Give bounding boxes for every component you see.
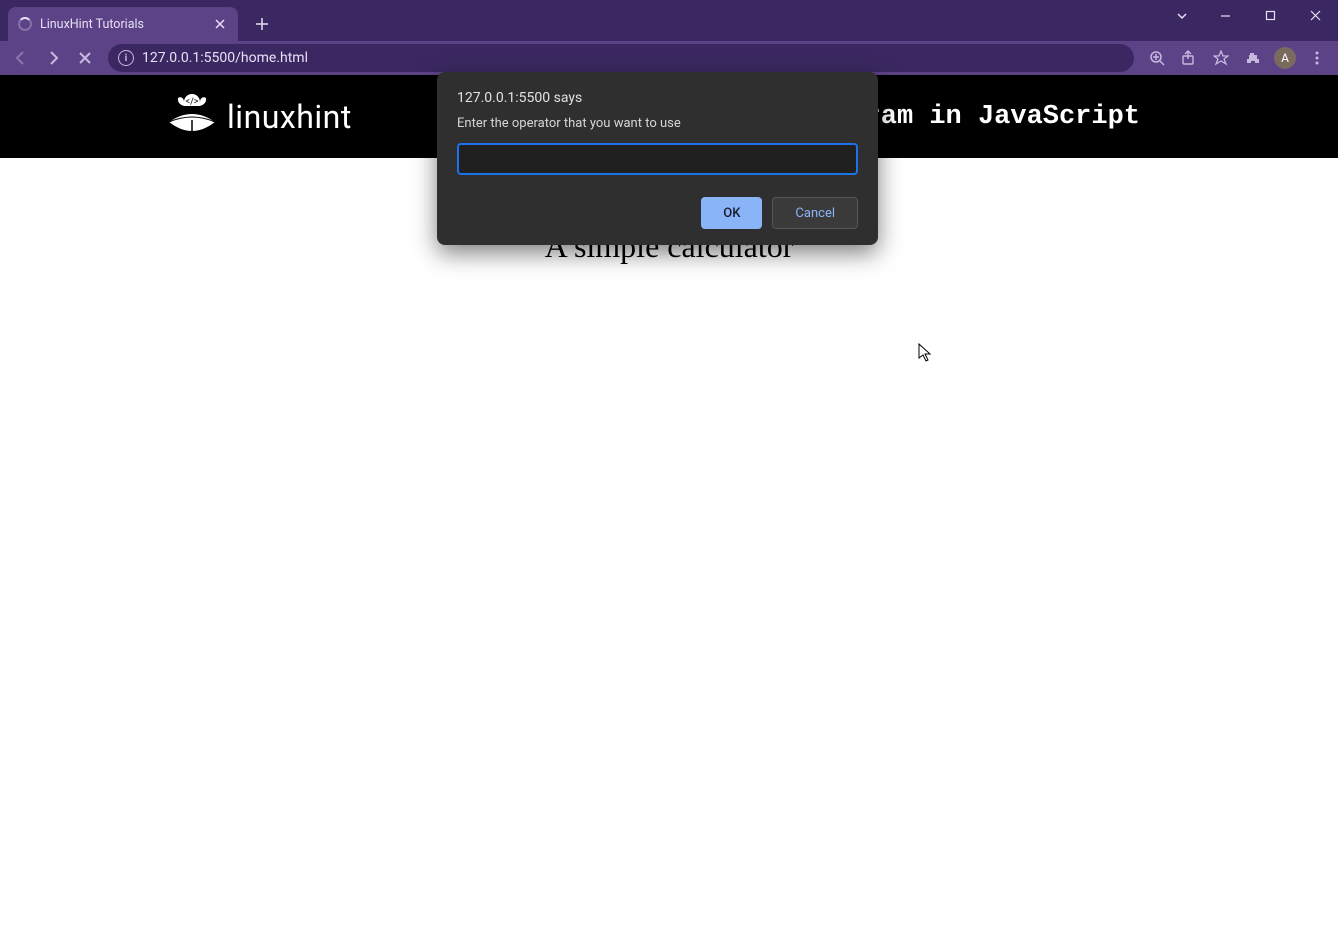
js-prompt-dialog: 127.0.0.1:5500 says Enter the operator t… bbox=[437, 72, 878, 245]
tab-search-button[interactable] bbox=[1166, 4, 1198, 28]
dialog-button-row: OK Cancel bbox=[457, 197, 858, 229]
address-bar[interactable]: i 127.0.0.1:5500/home.html bbox=[108, 44, 1134, 72]
url-text: 127.0.0.1:5500/home.html bbox=[142, 50, 308, 66]
new-tab-button[interactable] bbox=[248, 10, 276, 38]
site-logo[interactable]: </> linuxhint bbox=[165, 92, 352, 142]
browser-toolbar: i 127.0.0.1:5500/home.html A bbox=[0, 41, 1338, 75]
svg-text:</>: </> bbox=[186, 97, 199, 107]
page-header-title: gram in JavaScript bbox=[848, 102, 1140, 132]
dialog-message: Enter the operator that you want to use bbox=[457, 116, 858, 131]
back-button[interactable] bbox=[6, 43, 36, 73]
dialog-input[interactable] bbox=[457, 143, 858, 175]
menu-icon[interactable] bbox=[1302, 43, 1332, 73]
logo-mark-icon: </> bbox=[165, 92, 219, 142]
tab-close-button[interactable] bbox=[212, 16, 228, 32]
share-icon[interactable] bbox=[1174, 43, 1204, 73]
minimize-button[interactable] bbox=[1203, 0, 1248, 30]
mouse-cursor-icon bbox=[918, 343, 932, 363]
cancel-button[interactable]: Cancel bbox=[772, 197, 858, 229]
avatar-letter: A bbox=[1281, 51, 1289, 65]
window-close-button[interactable] bbox=[1293, 0, 1338, 30]
tab-title: LinuxHint Tutorials bbox=[40, 17, 204, 32]
zoom-icon[interactable] bbox=[1142, 43, 1172, 73]
logo-text: linuxhint bbox=[227, 98, 352, 136]
dialog-origin: 127.0.0.1:5500 says bbox=[457, 90, 858, 106]
browser-tab[interactable]: LinuxHint Tutorials bbox=[8, 7, 238, 41]
loading-spinner-icon bbox=[18, 17, 32, 31]
extensions-icon[interactable] bbox=[1238, 43, 1268, 73]
browser-titlebar: LinuxHint Tutorials bbox=[0, 0, 1338, 41]
site-info-icon[interactable]: i bbox=[118, 50, 134, 66]
ok-button[interactable]: OK bbox=[701, 197, 762, 229]
bookmark-icon[interactable] bbox=[1206, 43, 1236, 73]
profile-avatar[interactable]: A bbox=[1274, 47, 1296, 69]
window-controls bbox=[1203, 0, 1338, 30]
stop-reload-button[interactable] bbox=[70, 43, 100, 73]
maximize-button[interactable] bbox=[1248, 0, 1293, 30]
forward-button[interactable] bbox=[38, 43, 68, 73]
